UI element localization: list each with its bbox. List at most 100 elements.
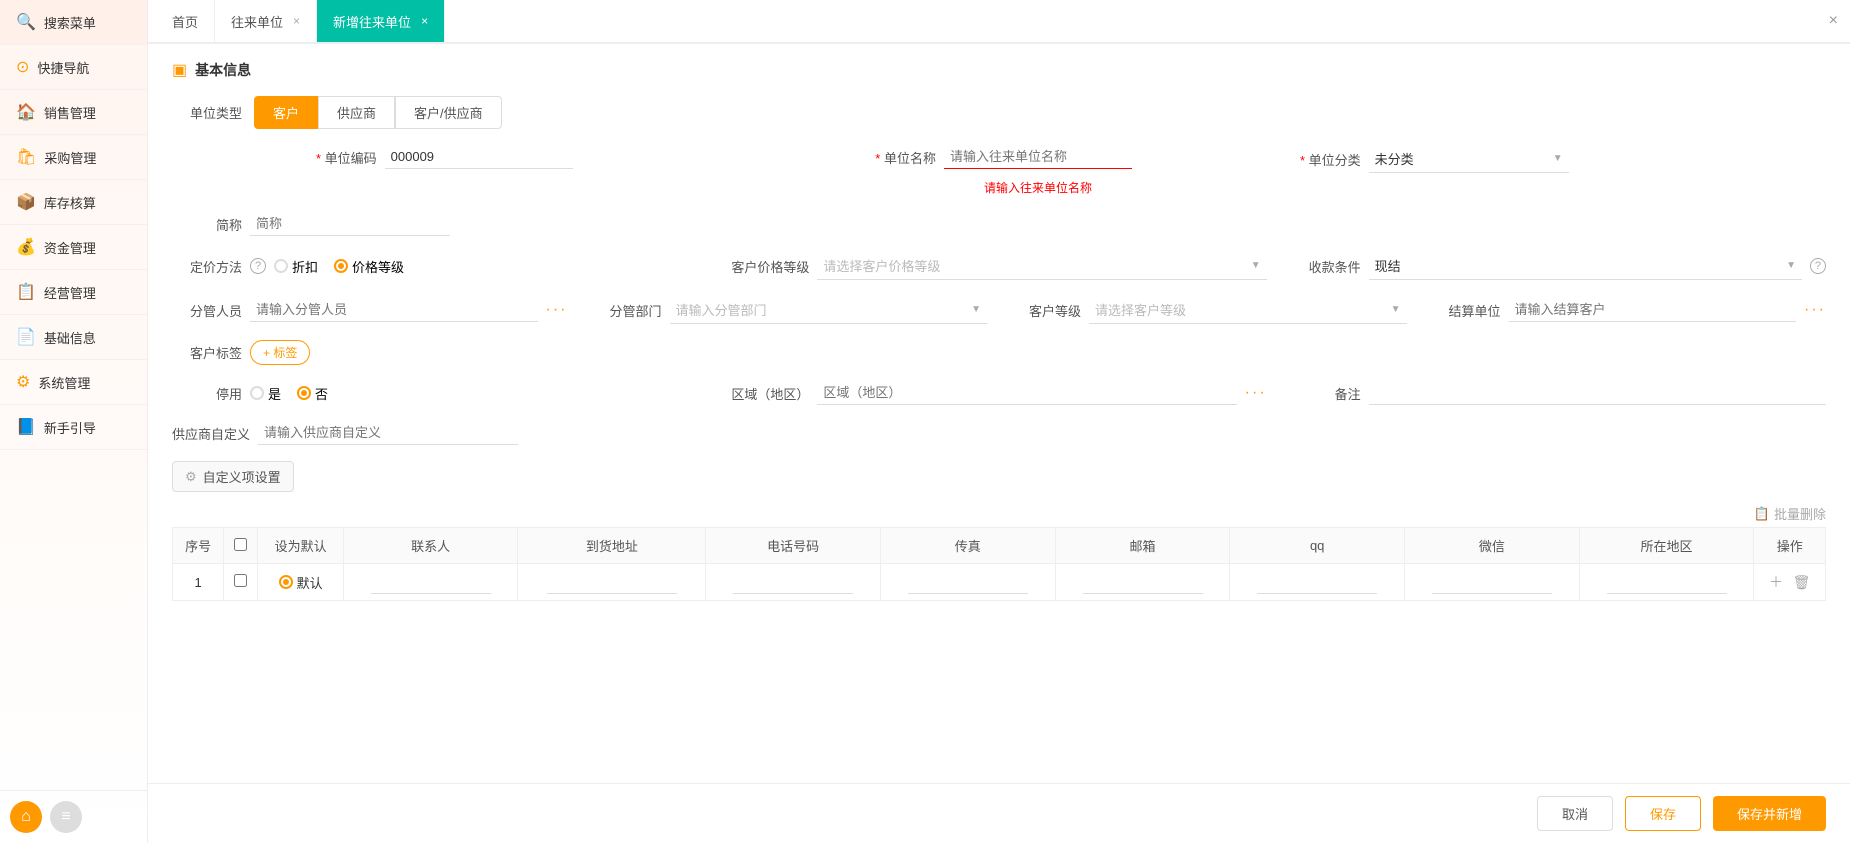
sidebar-item-label: 基础信息 xyxy=(44,328,96,347)
col-qq: qq xyxy=(1230,528,1405,564)
batch-delete-icon: 📋 xyxy=(1754,506,1770,522)
tab-new-contact[interactable]: 新增往来单位 × xyxy=(317,0,445,42)
col-wechat: 微信 xyxy=(1405,528,1580,564)
payment-terms-value: 现结 xyxy=(1375,256,1782,275)
manager-label: 分管人员 xyxy=(172,301,242,320)
sidebar-item-inventory[interactable]: 📦 库存核算 xyxy=(0,180,147,225)
row-region-input[interactable] xyxy=(1607,570,1727,594)
row-wechat-input[interactable] xyxy=(1432,570,1552,594)
sidebar-item-sales[interactable]: 🏠 销售管理 xyxy=(0,90,147,135)
unit-btn-customer[interactable]: 客户 xyxy=(254,96,318,129)
tab-home[interactable]: 首页 xyxy=(156,0,215,42)
unit-code-input[interactable] xyxy=(385,145,573,169)
payment-terms-select[interactable]: 现结 ▼ xyxy=(1369,252,1802,280)
abbr-input[interactable] xyxy=(250,212,450,236)
department-arrow: ▼ xyxy=(971,304,981,315)
customer-level-select[interactable]: 请选择客户等级 ▼ xyxy=(1089,296,1407,324)
sidebar-item-label: 新手引导 xyxy=(44,418,96,437)
customer-price-level-label: 客户价格等级 xyxy=(731,257,809,276)
pricing-radio-discount[interactable]: 折扣 xyxy=(274,257,318,276)
supplier-custom-input[interactable] xyxy=(258,421,518,445)
custom-settings-button[interactable]: ⚙ 自定义项设置 xyxy=(172,461,294,492)
manager-field: 分管人员 ··· xyxy=(172,298,568,322)
row-add-icon[interactable]: ＋ xyxy=(1769,574,1783,590)
department-label: 分管部门 xyxy=(592,301,662,320)
sidebar-item-label: 采购管理 xyxy=(44,148,96,167)
row-default-circle xyxy=(279,575,293,589)
window-close-button[interactable]: × xyxy=(1829,12,1838,30)
tab-bar: 首页 往来单位 × 新增往来单位 × × xyxy=(148,0,1850,44)
save-button[interactable]: 保存 xyxy=(1625,796,1701,831)
row-delete-icon[interactable]: 🗑 xyxy=(1793,574,1811,590)
sidebar-item-business[interactable]: 📋 经营管理 xyxy=(0,270,147,315)
customer-tag-label: 客户标签 xyxy=(172,343,242,362)
settlement-unit-more-btn[interactable]: ··· xyxy=(1804,301,1826,319)
page-content: ▣ 基本信息 单位类型 客户 供应商 客户/供应商 单位编码 xyxy=(148,44,1850,783)
unit-btn-supplier[interactable]: 供应商 xyxy=(318,96,395,129)
row-no: 1 xyxy=(173,564,224,601)
nav-icon: ⊙ xyxy=(16,57,29,77)
system-icon: ⚙ xyxy=(16,372,30,392)
sidebar-item-label: 系统管理 xyxy=(38,373,90,392)
disabled-yes-label: 是 xyxy=(268,384,281,403)
sidebar-item-funds[interactable]: 💰 资金管理 xyxy=(0,225,147,270)
sidebar-extra-btn[interactable]: ≡ xyxy=(50,801,82,833)
tab-contacts[interactable]: 往来单位 × xyxy=(215,0,317,42)
manager-input[interactable] xyxy=(250,298,538,322)
manager-more-btn[interactable]: ··· xyxy=(546,301,568,319)
row-fax xyxy=(880,564,1055,601)
unit-btn-both[interactable]: 客户/供应商 xyxy=(395,96,502,129)
sidebar-home-btn[interactable]: ⌂ xyxy=(10,801,42,833)
tab-new-contact-close[interactable]: × xyxy=(421,14,428,28)
funds-icon: 💰 xyxy=(16,237,36,257)
sidebar-item-nav[interactable]: ⊙ 快捷导航 xyxy=(0,45,147,90)
settlement-unit-input[interactable] xyxy=(1509,298,1797,322)
row-fax-input[interactable] xyxy=(908,570,1028,594)
action-bar: 取消 保存 保存并新增 xyxy=(148,783,1850,843)
col-action: 操作 xyxy=(1754,528,1826,564)
unit-category-field: 单位分类 未分类 ▼ xyxy=(1291,145,1826,173)
radio-level-circle xyxy=(334,259,348,273)
row-checkbox-input[interactable] xyxy=(234,574,247,587)
sidebar-item-label: 销售管理 xyxy=(44,103,96,122)
row-default-radio[interactable]: 默认 xyxy=(264,573,336,592)
unit-type-row: 单位类型 客户 供应商 客户/供应商 xyxy=(172,96,1826,129)
region-more-btn[interactable]: ··· xyxy=(1245,384,1267,402)
customer-price-level-select[interactable]: 请选择客户价格等级 ▼ xyxy=(817,252,1266,280)
disabled-radio-no[interactable]: 否 xyxy=(297,384,328,403)
row-email-input[interactable] xyxy=(1083,570,1203,594)
add-tag-button[interactable]: + 标签 xyxy=(250,340,310,365)
sidebar-item-system[interactable]: ⚙ 系统管理 xyxy=(0,360,147,405)
disabled-radio-yes[interactable]: 是 xyxy=(250,384,281,403)
remarks-input[interactable] xyxy=(1369,381,1826,405)
pricing-method-label: 定价方法 xyxy=(172,257,242,276)
sidebar-item-base[interactable]: 📄 基础信息 xyxy=(0,315,147,360)
tab-contacts-close[interactable]: × xyxy=(293,14,300,28)
sidebar-item-purchase[interactable]: 🛍 采购管理 xyxy=(0,135,147,180)
col-fax: 传真 xyxy=(880,528,1055,564)
customer-level-label: 客户等级 xyxy=(1011,301,1081,320)
batch-delete-area: 📋 批量删除 xyxy=(172,504,1826,523)
department-select[interactable]: 请输入分管部门 ▼ xyxy=(670,296,988,324)
unit-name-label: 单位名称 xyxy=(866,148,936,167)
custom-settings-label: 自定义项设置 xyxy=(203,467,281,486)
row-address-input[interactable] xyxy=(547,570,677,594)
row-qq-input[interactable] xyxy=(1257,570,1377,594)
batch-delete-label[interactable]: 批量删除 xyxy=(1774,504,1826,523)
payment-terms-help-icon[interactable]: ? xyxy=(1810,258,1826,274)
guide-icon: 📘 xyxy=(16,417,36,437)
region-label: 区域（地区） xyxy=(731,384,809,403)
pricing-radio-level[interactable]: 价格等级 xyxy=(334,257,404,276)
region-input[interactable] xyxy=(817,381,1236,405)
select-all-checkbox[interactable] xyxy=(234,538,247,551)
unit-category-select[interactable]: 未分类 ▼ xyxy=(1369,145,1569,173)
pricing-help-icon[interactable]: ? xyxy=(250,258,266,274)
unit-name-input[interactable] xyxy=(944,145,1132,169)
row-phone-input[interactable] xyxy=(733,570,853,594)
row-contact-input[interactable] xyxy=(371,570,491,594)
sidebar-item-search[interactable]: 🔍 搜索菜单 xyxy=(0,0,147,45)
col-checkbox xyxy=(224,528,258,564)
save-new-button[interactable]: 保存并新增 xyxy=(1713,796,1826,831)
sidebar-item-guide[interactable]: 📘 新手引导 xyxy=(0,405,147,450)
cancel-button[interactable]: 取消 xyxy=(1537,796,1613,831)
